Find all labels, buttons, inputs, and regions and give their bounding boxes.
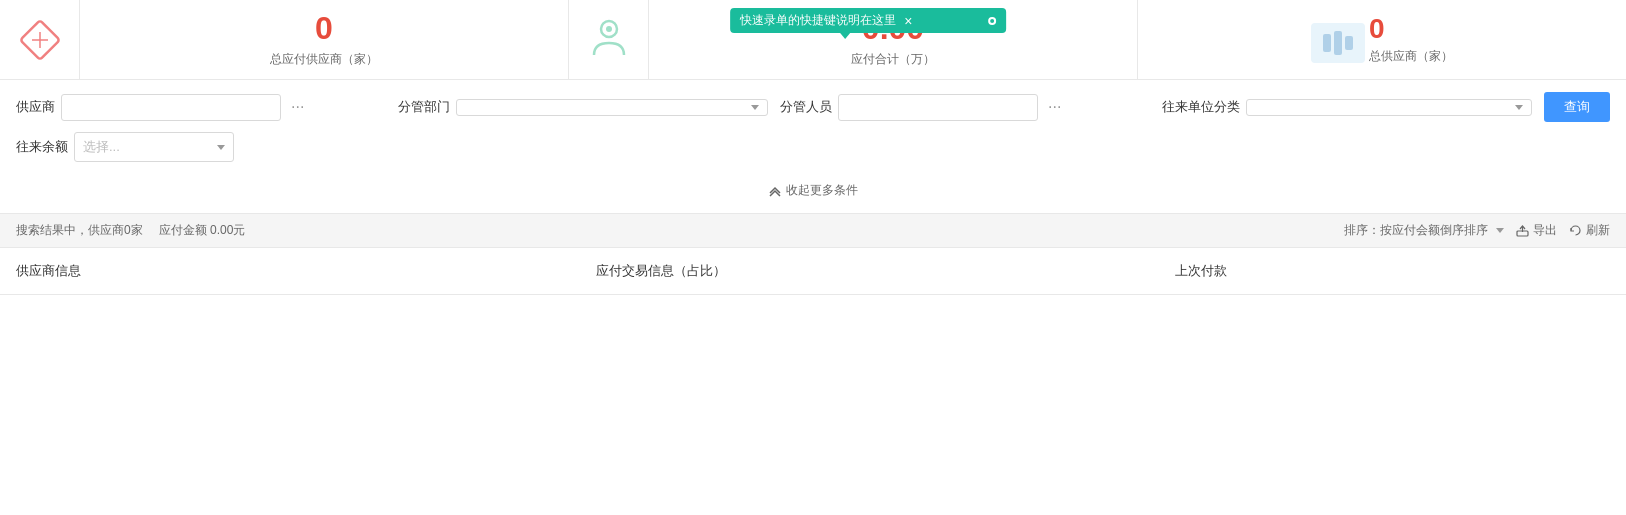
refresh-button[interactable]: 刷新 xyxy=(1569,222,1610,239)
manager-more-btn[interactable]: ··· xyxy=(1044,98,1065,116)
balance-label: 往来余额 xyxy=(16,138,68,156)
diamond-icon xyxy=(18,18,62,62)
filter-row-2: 往来余额 选择... xyxy=(16,132,1610,162)
table-header: 供应商信息 应付交易信息（占比） 上次付款 xyxy=(0,248,1626,295)
tooltip-line xyxy=(920,20,980,22)
stat-number-payable-suppliers: 0 xyxy=(315,11,333,46)
filter-supplier: 供应商 ··· xyxy=(16,94,386,121)
unit-class-select[interactable] xyxy=(1246,99,1532,116)
balance-placeholder: 选择... xyxy=(83,138,120,156)
supplier-more-btn[interactable]: ··· xyxy=(287,98,308,116)
result-bar: 搜索结果中，供应商0家 应付金额 0.00元 排序：按应付会额倒序排序 导出 刷… xyxy=(0,214,1626,248)
bar-icon-3 xyxy=(1345,36,1353,50)
filter-unit-class: 往来单位分类 xyxy=(1162,98,1532,116)
export-label: 导出 xyxy=(1533,222,1557,239)
stat-number-total-suppliers: 0 xyxy=(1369,14,1453,45)
result-summary: 搜索结果中，供应商0家 xyxy=(16,222,143,239)
stat-label-payable-total: 应付合计（万） xyxy=(851,51,935,68)
col-header-supplier: 供应商信息 xyxy=(16,262,596,280)
supplier-input[interactable] xyxy=(61,94,281,121)
balance-select[interactable]: 选择... xyxy=(74,132,234,162)
filter-bar: 供应商 ··· 分管部门 分管人员 ··· 往来单位分类 xyxy=(0,80,1626,214)
balance-chevron-icon xyxy=(217,145,225,150)
col-header-payable: 应付交易信息（占比） xyxy=(596,262,1176,280)
stat-total-suppliers: 0 总供应商（家） xyxy=(1138,0,1626,79)
department-chevron-icon xyxy=(751,105,759,110)
stat-label-total-suppliers: 总供应商（家） xyxy=(1369,48,1453,65)
department-select[interactable] xyxy=(456,99,768,116)
filter-department: 分管部门 xyxy=(398,98,768,116)
result-actions: 排序：按应付会额倒序排序 导出 刷新 xyxy=(1344,222,1610,239)
stat-label-payable-suppliers: 总应付供应商（家） xyxy=(270,51,378,68)
collapse-bar: 收起更多条件 xyxy=(16,172,1610,213)
collapse-label: 收起更多条件 xyxy=(786,182,858,199)
department-label: 分管部门 xyxy=(398,98,450,116)
sort-chevron-icon xyxy=(1496,228,1504,233)
stat-total-payable-suppliers: 0 总应付供应商（家） xyxy=(80,0,569,79)
bar-icon-1 xyxy=(1323,34,1331,52)
unit-class-label: 往来单位分类 xyxy=(1162,98,1240,116)
supplier-label: 供应商 xyxy=(16,98,55,116)
col-header-lastpay: 上次付款 xyxy=(1175,262,1610,280)
manager-input[interactable] xyxy=(838,94,1038,121)
tooltip-close-btn[interactable]: × xyxy=(904,14,912,28)
collapse-icon xyxy=(768,184,782,198)
sort-button[interactable]: 排序：按应付会额倒序排序 xyxy=(1344,222,1504,239)
table-body xyxy=(0,295,1626,515)
result-summary-area: 搜索结果中，供应商0家 应付金额 0.00元 xyxy=(16,222,245,239)
refresh-icon xyxy=(1569,224,1582,237)
mint-person-icon xyxy=(584,15,634,65)
mint-icon-area xyxy=(569,0,649,79)
bar-icon-2 xyxy=(1334,31,1342,55)
tooltip-bubble: 快速录单的快捷键说明在这里 × xyxy=(730,8,1006,33)
sort-label: 排序：按应付会额倒序排序 xyxy=(1344,222,1488,239)
filter-row-1: 供应商 ··· 分管部门 分管人员 ··· 往来单位分类 xyxy=(16,92,1610,122)
refresh-label: 刷新 xyxy=(1586,222,1610,239)
export-icon xyxy=(1516,224,1529,237)
stat-icon-box xyxy=(1311,23,1365,63)
search-button[interactable]: 查询 xyxy=(1544,92,1610,122)
manager-label: 分管人员 xyxy=(780,98,832,116)
logo-area xyxy=(0,0,80,79)
result-payable: 应付金额 0.00元 xyxy=(159,222,246,239)
tooltip-dot xyxy=(988,17,996,25)
filter-manager: 分管人员 ··· xyxy=(780,94,1150,121)
filter-balance: 往来余额 选择... xyxy=(16,132,234,162)
svg-point-4 xyxy=(606,26,612,32)
export-button[interactable]: 导出 xyxy=(1516,222,1557,239)
stats-bar: 0 总应付供应商（家） 0.00 应付合计（万） 快速录单的快捷键说明在这里 × xyxy=(0,0,1626,80)
tooltip-text: 快速录单的快捷键说明在这里 xyxy=(740,12,896,29)
collapse-button[interactable]: 收起更多条件 xyxy=(756,178,870,203)
unit-class-chevron-icon xyxy=(1515,105,1523,110)
